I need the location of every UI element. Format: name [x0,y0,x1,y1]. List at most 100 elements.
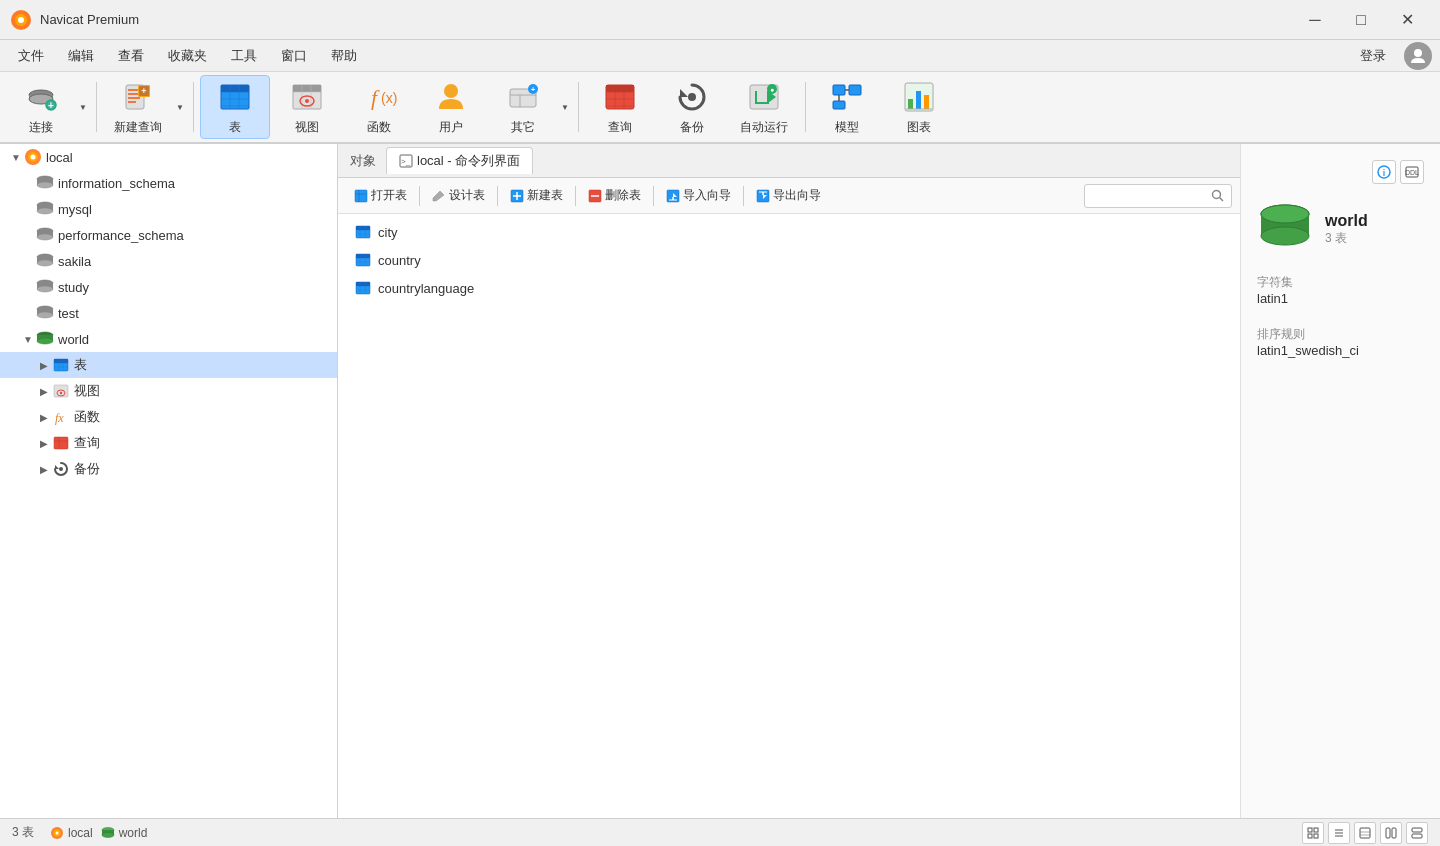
tree-db-test[interactable]: test [0,300,337,326]
tree-backups[interactable]: ▶ 备份 [0,456,337,482]
action-sep-4 [653,186,654,206]
login-button[interactable]: 登录 [1350,45,1396,67]
menu-edit[interactable]: 编辑 [58,43,104,69]
menu-window[interactable]: 窗口 [271,43,317,69]
tree-db-world[interactable]: ▼ world [0,326,337,352]
menu-help[interactable]: 帮助 [321,43,367,69]
table-icon [217,79,253,115]
status-bar: 3 表 local world [0,818,1440,846]
command-tab[interactable]: >_ local - 命令列界面 [386,147,533,174]
tree-db-performance_schema[interactable]: performance_schema [0,222,337,248]
view-button[interactable]: 视图 [272,75,342,139]
open-table-button[interactable]: 打开表 [346,184,415,207]
tree-db-study[interactable]: study [0,274,337,300]
tree-db-sakila[interactable]: sakila [0,248,337,274]
tree-db-mysql[interactable]: mysql [0,196,337,222]
db-info-header: world 3 表 [1257,204,1424,254]
table-button[interactable]: 表 [200,75,270,139]
connect-dropdown[interactable]: ▼ [76,83,90,131]
close-button[interactable]: ✕ [1384,4,1430,36]
svg-point-149 [56,831,59,834]
list-view-button[interactable] [1328,822,1350,844]
svg-rect-165 [1412,828,1422,832]
backup-button[interactable]: 备份 [657,75,727,139]
backup-label: 备份 [680,119,704,136]
maximize-button[interactable]: □ [1338,4,1384,36]
new-table-button[interactable]: 新建表 [502,184,571,207]
info-button[interactable]: i [1372,160,1396,184]
objects-tab-label[interactable]: 对象 [342,148,384,174]
menu-tools[interactable]: 工具 [221,43,267,69]
functions-icon: fx [52,408,70,426]
main-layout: ▼ local information_schema [0,144,1440,818]
menu-view[interactable]: 查看 [108,43,154,69]
other-button[interactable]: + 其它 [488,75,558,139]
svg-text:(x): (x) [381,90,397,106]
table-row-city[interactable]: city [338,218,1240,246]
menu-file[interactable]: 文件 [8,43,54,69]
db-label-study: study [58,280,89,295]
backup-icon [674,79,710,115]
open-table-label: 打开表 [371,187,407,204]
import-wizard-button[interactable]: 导入向导 [658,184,739,207]
chart-button[interactable]: 图表 [884,75,954,139]
new-query-dropdown[interactable]: ▼ [173,83,187,131]
connect-button[interactable]: + 连接 [6,75,76,139]
svg-rect-18 [221,85,249,92]
model-button[interactable]: 模型 [812,75,882,139]
user-button[interactable]: 用户 [416,75,486,139]
db-label-performance_schema: performance_schema [58,228,184,243]
tree-tables[interactable]: ▶ 表 [0,352,337,378]
svg-rect-154 [1314,828,1318,832]
query-button[interactable]: 查询 [585,75,655,139]
search-input[interactable] [1091,189,1211,203]
collation-label: 排序规则 [1257,326,1424,343]
tree-views[interactable]: ▶ 视图 [0,378,337,404]
svg-rect-92 [54,385,68,397]
svg-rect-134 [356,282,370,286]
table-row-countrylanguage[interactable]: countrylanguage [338,274,1240,302]
svg-text:f: f [371,85,380,110]
expand-arrow-perf [20,227,36,243]
other-dropdown[interactable]: ▼ [558,83,572,131]
tree-db-information_schema[interactable]: information_schema [0,170,337,196]
status-connection: local [50,826,93,840]
db-icon-study [36,278,54,296]
svg-point-47 [688,93,696,101]
function-button[interactable]: f (x) 函数 [344,75,414,139]
table-list: city country [338,214,1240,306]
detail-view-button[interactable] [1354,822,1376,844]
tree-queries[interactable]: ▶ 查询 [0,430,337,456]
views-icon [52,382,70,400]
tree-connection-local[interactable]: ▼ local [0,144,337,170]
svg-rect-52 [833,85,845,95]
table-row-country[interactable]: country [338,246,1240,274]
svg-rect-103 [355,190,367,202]
svg-line-120 [1220,197,1224,201]
connection-icon [24,148,42,166]
title-bar-left: Navicat Premium [10,9,139,31]
tree-functions[interactable]: ▶ fx 函数 [0,404,337,430]
design-table-icon [432,189,446,203]
minimize-button[interactable]: ─ [1292,4,1338,36]
split-view-button[interactable] [1406,822,1428,844]
menu-favorites[interactable]: 收藏夹 [158,43,217,69]
db-icon-test [36,304,54,322]
export-wizard-button[interactable]: 导出向导 [748,184,829,207]
delete-table-button[interactable]: 删除表 [580,184,649,207]
user-label: 用户 [439,119,463,136]
svg-rect-153 [1308,828,1312,832]
ddl-button[interactable]: DDL [1400,160,1424,184]
svg-point-70 [37,208,53,214]
grid-view-button[interactable] [1302,822,1324,844]
design-table-button[interactable]: 设计表 [424,184,493,207]
expand-arrow-info [20,175,36,191]
user-avatar[interactable] [1404,42,1432,70]
panel-view-button[interactable] [1380,822,1402,844]
auto-run-button[interactable]: ● 自动运行 [729,75,799,139]
user-icon [433,79,469,115]
svg-point-85 [37,338,53,344]
table-name-city: city [378,225,398,240]
new-query-button[interactable]: + 新建查询 [103,75,173,139]
open-table-icon [354,189,368,203]
